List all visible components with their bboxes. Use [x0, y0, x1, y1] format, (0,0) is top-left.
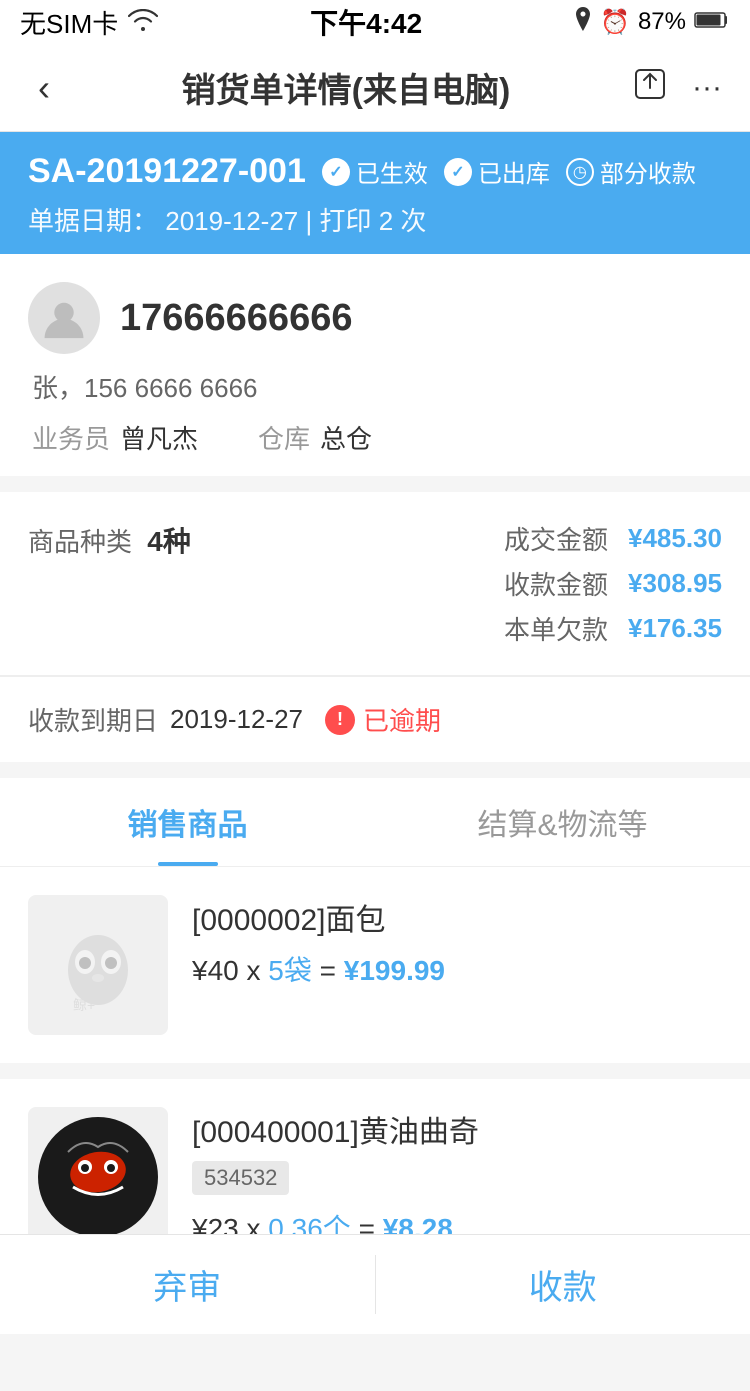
product-item-bread: 鲸+ [0000002]面包 ¥40 x 5袋 = ¥199.99 [0, 867, 750, 1063]
product-name-cookies: [000400001]黄油曲奇 [192, 1107, 722, 1151]
sales-rep-value: 曾凡杰 [120, 419, 198, 456]
tabs: 销售商品 结算&物流等 [0, 778, 750, 866]
cancel-review-button[interactable]: 弃审 [0, 1235, 375, 1334]
stats-section: 商品种类 4种 成交金额 ¥485.30 收款金额 ¥308.95 本单欠款 ¥… [0, 492, 750, 676]
debt-label: 本单欠款 [504, 610, 608, 647]
badge-shipped: ✓ 已出库 [444, 154, 550, 189]
product-image-cookies [28, 1107, 168, 1247]
total-bread: ¥199.99 [344, 955, 445, 986]
customer-section: 17666666666 张，156 6666 6666 业务员 曾凡杰 仓库 总… [0, 254, 750, 476]
carrier-text: 无SIM卡 [20, 4, 118, 41]
nav-actions: ··· [632, 66, 722, 110]
product-name-bread: [0000002]面包 [192, 895, 722, 939]
battery-icon [694, 8, 730, 36]
warehouse-label: 仓库 [258, 419, 310, 456]
received-label: 收款金额 [504, 565, 608, 602]
tabs-section: 销售商品 结算&物流等 [0, 778, 750, 867]
deal-amount-row: 成交金额 ¥485.30 [504, 520, 722, 557]
badge-effective: ✓ 已生效 [322, 154, 428, 189]
overdue-label: 收款到期日 [28, 701, 158, 738]
status-bar: 无SIM卡 下午4:42 ⏰ 87% [0, 0, 750, 44]
collect-payment-button[interactable]: 收款 [376, 1235, 750, 1334]
status-right: ⏰ 87% [574, 7, 730, 38]
order-id: SA-20191227-001 [28, 152, 306, 191]
debt-amount-row: 本单欠款 ¥176.35 [504, 610, 722, 647]
back-button[interactable]: ‹ [28, 57, 60, 119]
avatar [28, 282, 100, 354]
overdue-date: 2019-12-27 [170, 704, 303, 735]
warehouse-value: 总仓 [320, 419, 372, 456]
product-type-count: 4种 [147, 526, 191, 557]
sales-rep-row: 业务员 曾凡杰 [32, 419, 198, 456]
product-type-label: 商品种类 [28, 527, 132, 557]
customer-name-phone: 张，156 6666 6666 [28, 368, 722, 405]
received-amount-row: 收款金额 ¥308.95 [504, 565, 722, 602]
tab-sales-products[interactable]: 销售商品 [0, 778, 375, 866]
nav-bar: ‹ 销货单详情(来自电脑) ··· [0, 44, 750, 132]
page-title: 销货单详情(来自电脑) [182, 63, 511, 112]
customer-meta: 业务员 曾凡杰 仓库 总仓 [28, 419, 722, 456]
alarm-icon: ⏰ [600, 8, 630, 37]
check-icon-2: ✓ [444, 158, 472, 186]
status-left: 无SIM卡 [20, 4, 158, 41]
received-value: ¥308.95 [628, 568, 722, 599]
check-icon: ✓ [322, 158, 350, 186]
sales-rep-label: 业务员 [32, 419, 110, 456]
product-info-cookies: [000400001]黄油曲奇 534532 ¥23 x 0.36个 = ¥8.… [192, 1107, 722, 1247]
wifi-icon [128, 7, 158, 38]
more-button[interactable]: ··· [692, 71, 722, 105]
product-list: 鲸+ [0000002]面包 ¥40 x 5袋 = ¥199.99 [0, 867, 750, 1275]
tab-settlement[interactable]: 结算&物流等 [375, 778, 750, 866]
product-type-row: 商品种类 4种 [28, 520, 191, 560]
overdue-section: 收款到期日 2019-12-27 ! 已逾期 [0, 676, 750, 762]
price-base-bread: ¥40 [192, 955, 239, 986]
badge-partial: ◷ 部分收款 [566, 154, 696, 189]
battery-text: 87% [638, 8, 686, 36]
share-button[interactable] [632, 66, 668, 110]
deal-amount-value: ¥485.30 [628, 523, 722, 554]
product-info-bread: [0000002]面包 ¥40 x 5袋 = ¥199.99 [192, 895, 722, 989]
product-tag-cookies: 534532 [192, 1161, 289, 1195]
clock-icon: ◷ [566, 158, 594, 186]
warehouse-row: 仓库 总仓 [258, 419, 372, 456]
bottom-bar: 弃审 收款 [0, 1234, 750, 1334]
product-price-bread: ¥40 x 5袋 = ¥199.99 [192, 949, 722, 989]
product-image-bread: 鲸+ [28, 895, 168, 1035]
order-date-line: 单据日期： 2019-12-27 | 打印 2 次 [28, 201, 722, 238]
order-header-banner: SA-20191227-001 ✓ 已生效 ✓ 已出库 ◷ 部分收款 单据日期：… [0, 132, 750, 254]
overdue-badge: ! 已逾期 [325, 701, 441, 738]
qty-bread: 5袋 [268, 955, 312, 986]
svg-text:鲸+: 鲸+ [73, 997, 95, 1013]
overdue-dot-icon: ! [325, 705, 355, 735]
status-time: 下午4:42 [310, 2, 422, 42]
location-icon [574, 7, 592, 38]
stats-right: 成交金额 ¥485.30 收款金额 ¥308.95 本单欠款 ¥176.35 [504, 520, 722, 647]
customer-phone: 17666666666 [120, 297, 352, 340]
debt-value: ¥176.35 [628, 613, 722, 644]
overdue-text: 已逾期 [363, 701, 441, 738]
stats-left: 商品种类 4种 [28, 520, 191, 566]
deal-amount-label: 成交金额 [504, 520, 608, 557]
